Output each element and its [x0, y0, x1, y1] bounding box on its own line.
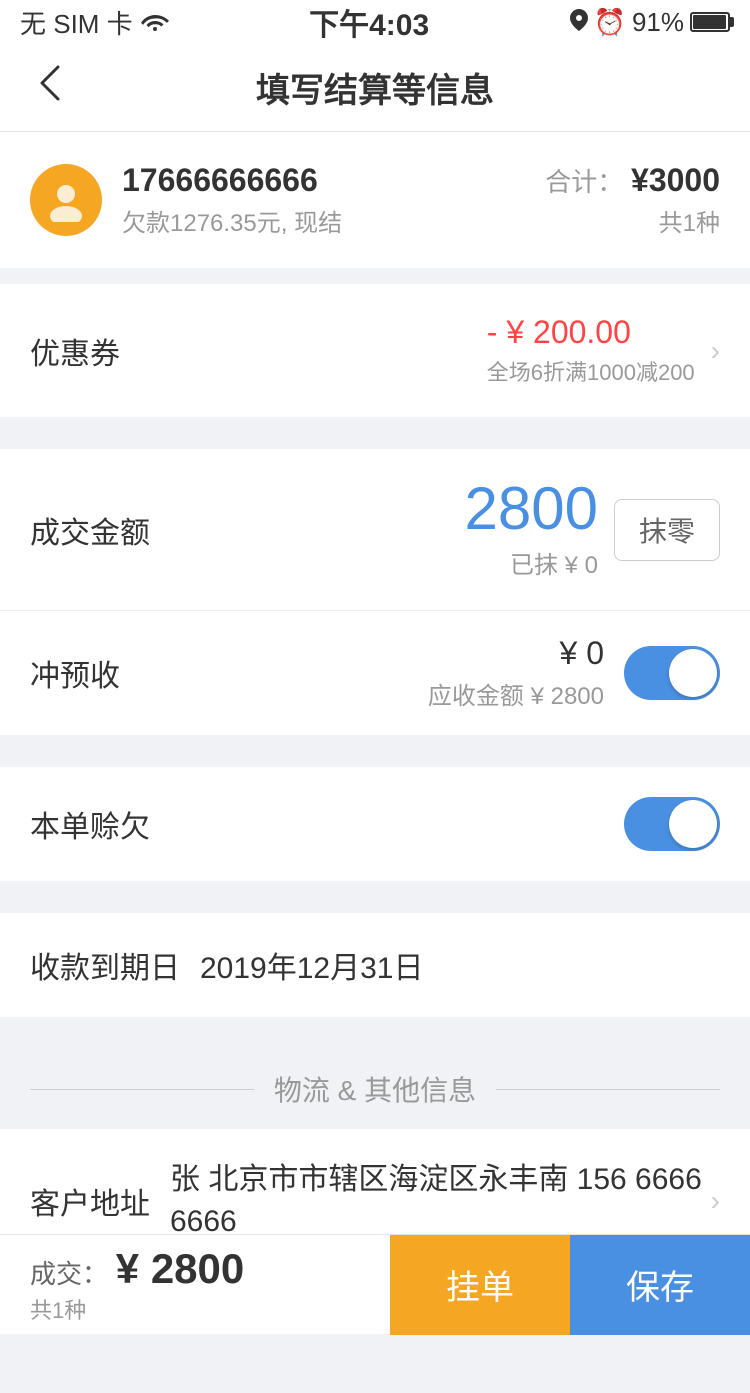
debt-toggle-knob	[669, 800, 717, 848]
coupon-chevron-icon: ›	[711, 335, 720, 367]
total-count: 共1种	[545, 203, 720, 238]
debt-label: 本单赊欠	[30, 802, 150, 846]
prepay-toggle[interactable]	[624, 646, 720, 700]
prepay-amounts: ¥ 0 应收金额 ¥ 2800	[428, 635, 604, 711]
customer-left: 17666666666 欠款1276.35元, 现结	[30, 162, 342, 238]
prepay-label: 冲预收	[30, 651, 120, 695]
section-sep-4	[0, 1033, 750, 1049]
debt-row: 本单赊欠	[0, 767, 750, 881]
divider-line-left	[30, 1089, 254, 1090]
debt-toggle[interactable]	[624, 797, 720, 851]
address-value: 张 北京市市辖区海淀区永丰南 156 6666 6666	[170, 1159, 711, 1243]
due-date-label: 收款到期日	[30, 943, 180, 987]
prepay-value: ¥ 0	[428, 635, 604, 672]
bottom-summary: 成交： ¥ 2800 共1种	[0, 1245, 390, 1325]
bottom-deal-value: ¥ 2800	[116, 1245, 244, 1292]
alarm-icon: ⏰	[594, 7, 626, 38]
coupon-right: - ¥ 200.00 全场6折满1000减200 ›	[487, 314, 720, 387]
due-date-section: 收款到期日 2019年12月31日	[0, 913, 750, 1017]
customer-sub: 欠款1276.35元, 现结	[122, 203, 342, 238]
save-button[interactable]: 保存	[570, 1235, 750, 1335]
deal-amount-row: 成交金额 2800 已抹 ¥ 0 抹零	[0, 449, 750, 611]
deal-amount-col: 2800 已抹 ¥ 0	[465, 479, 598, 580]
status-right: ⏰ 91%	[570, 7, 730, 38]
customer-total: 合计： ¥3000 共1种	[545, 162, 720, 238]
nav-bar: 填写结算等信息	[0, 44, 750, 132]
bottom-deal-label: 成交：	[30, 1259, 108, 1289]
debt-section: 本单赊欠	[0, 767, 750, 881]
customer-phone: 17666666666	[122, 162, 342, 199]
deal-amount-label: 成交金额	[30, 508, 150, 552]
page-title: 填写结算等信息	[256, 63, 494, 112]
due-date-value: 2019年12月31日	[200, 943, 423, 987]
logistics-label: 物流 & 其他信息	[274, 1069, 476, 1109]
bottom-deal-count: 共1种	[30, 1293, 360, 1325]
back-button[interactable]	[28, 53, 72, 122]
deal-amount-right: 2800 已抹 ¥ 0 抹零	[465, 479, 721, 580]
status-left: 无 SIM 卡	[20, 4, 169, 41]
coupon-row[interactable]: 优惠券 - ¥ 200.00 全场6折满1000减200 ›	[0, 284, 750, 417]
due-date-row: 收款到期日 2019年12月31日	[0, 913, 750, 1017]
divider-line-right	[496, 1089, 720, 1090]
prepay-toggle-knob	[669, 649, 717, 697]
bottom-bar: 成交： ¥ 2800 共1种 挂单 保存	[0, 1234, 750, 1334]
customer-info: 17666666666 欠款1276.35元, 现结	[122, 162, 342, 238]
coupon-value-block: - ¥ 200.00 全场6折满1000减200	[487, 314, 695, 387]
location-icon	[570, 7, 588, 38]
prepay-row: 冲预收 ¥ 0 应收金额 ¥ 2800	[0, 611, 750, 735]
bottom-deal-row: 成交： ¥ 2800	[30, 1245, 360, 1293]
coupon-label: 优惠券	[30, 329, 120, 373]
round-zero-button[interactable]: 抹零	[614, 499, 720, 561]
avatar	[30, 164, 102, 236]
hold-button[interactable]: 挂单	[390, 1235, 570, 1335]
battery-text: 91%	[632, 7, 684, 38]
customer-card: 17666666666 欠款1276.35元, 现结 合计： ¥3000 共1种	[0, 132, 750, 268]
total-value: ¥3000	[631, 162, 720, 198]
sim-text: 无 SIM 卡	[20, 4, 133, 41]
prepay-right: ¥ 0 应收金额 ¥ 2800	[428, 635, 720, 711]
prepay-sub: 应收金额 ¥ 2800	[428, 676, 604, 711]
battery-icon	[690, 12, 730, 32]
section-sep-1	[0, 433, 750, 449]
coupon-section: 优惠券 - ¥ 200.00 全场6折满1000减200 ›	[0, 284, 750, 417]
status-time: 下午4:03	[309, 0, 429, 44]
status-bar: 无 SIM 卡 下午4:03 ⏰ 91%	[0, 0, 750, 44]
wifi-icon	[141, 7, 169, 38]
logistics-divider: 物流 & 其他信息	[0, 1049, 750, 1129]
coupon-sub: 全场6折满1000减200	[487, 355, 695, 387]
section-sep-2	[0, 751, 750, 767]
deal-amount-sub: 已抹 ¥ 0	[465, 545, 598, 580]
total-label-value: 合计： ¥3000	[545, 162, 720, 199]
coupon-value: - ¥ 200.00	[487, 314, 695, 351]
section-sep-3	[0, 897, 750, 913]
address-chevron-icon: ›	[711, 1185, 720, 1217]
address-label: 客户地址	[30, 1179, 150, 1223]
total-label: 合计：	[545, 167, 623, 197]
deal-amount-section: 成交金额 2800 已抹 ¥ 0 抹零 冲预收 ¥ 0 应收金额 ¥ 2800	[0, 449, 750, 735]
deal-amount-value: 2800	[465, 479, 598, 539]
